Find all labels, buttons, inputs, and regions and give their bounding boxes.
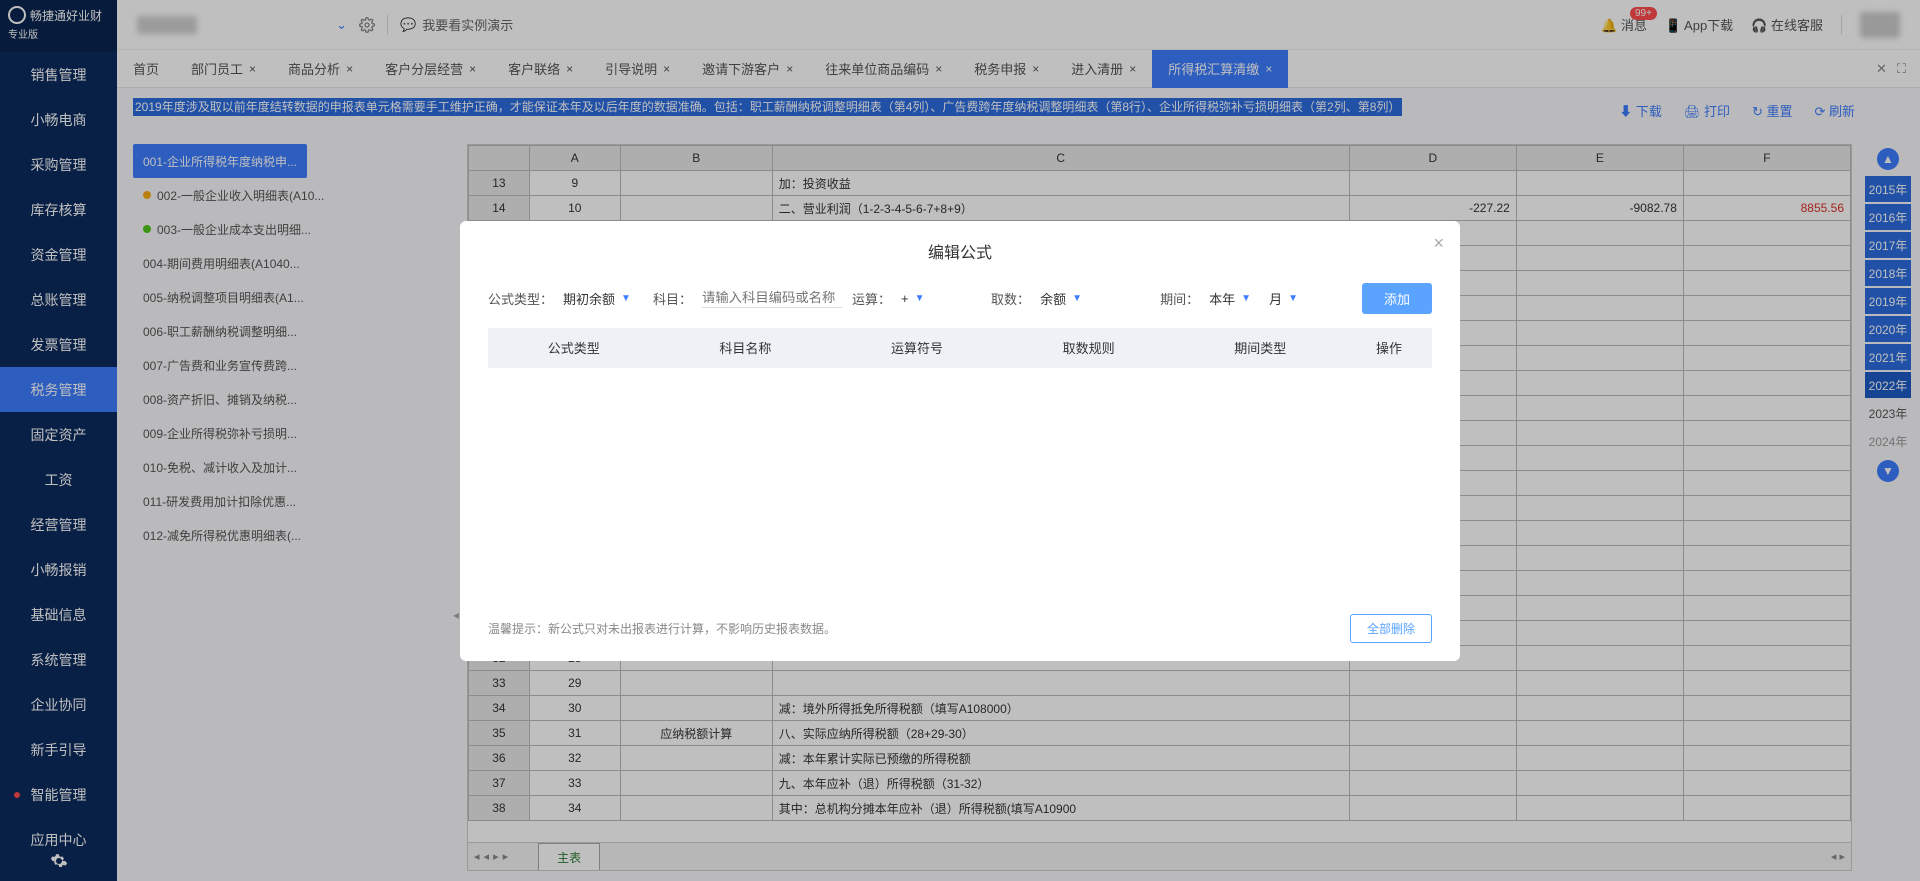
modal-tip: 温馨提示：新公式只对未出报表进行计算，不影响历史报表数据。 (488, 620, 836, 637)
modal-close-icon[interactable]: × (1433, 233, 1444, 254)
modal-title: 编辑公式 (488, 239, 1432, 263)
chevron-down-icon: ▼ (621, 293, 631, 304)
chevron-down-icon: ▼ (915, 293, 925, 304)
col-科目名称: 科目名称 (660, 328, 832, 368)
subject-input[interactable] (702, 288, 842, 308)
edit-formula-modal: × 编辑公式 公式类型： 期初余额▼ 科目： 运算： +▼ 取数： 余额▼ 期间… (460, 221, 1460, 661)
chevron-down-icon: ▼ (1241, 293, 1251, 304)
add-button[interactable]: 添加 (1362, 283, 1432, 314)
col-运算符号: 运算符号 (831, 328, 1003, 368)
col-取数规则: 取数规则 (1003, 328, 1175, 368)
col-期间类型: 期间类型 (1175, 328, 1347, 368)
chevron-down-icon: ▼ (1072, 293, 1082, 304)
col-公式类型: 公式类型 (488, 328, 660, 368)
formula-form-row: 公式类型： 期初余额▼ 科目： 运算： +▼ 取数： 余额▼ 期间： 本年▼ 月… (488, 283, 1432, 314)
operator-select[interactable]: +▼ (901, 291, 981, 306)
formula-table: 公式类型科目名称运算符号取数规则期间类型操作 (488, 328, 1432, 368)
delete-all-button[interactable]: 全部删除 (1350, 614, 1432, 643)
fetch-select[interactable]: 余额▼ (1040, 289, 1150, 308)
period-month-select[interactable]: 月▼ (1269, 289, 1309, 308)
formula-type-select[interactable]: 期初余额▼ (563, 289, 643, 308)
period-year-select[interactable]: 本年▼ (1209, 289, 1259, 308)
chevron-down-icon: ▼ (1288, 293, 1298, 304)
col-操作: 操作 (1346, 328, 1432, 368)
